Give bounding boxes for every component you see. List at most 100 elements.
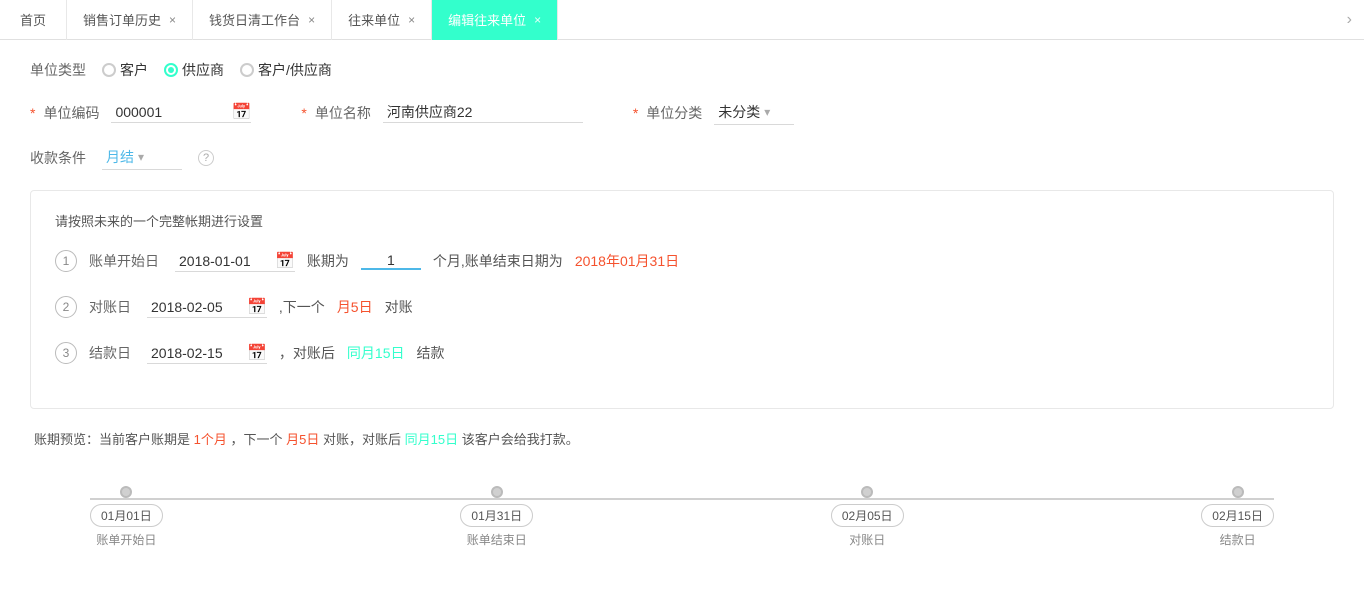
timeline-dot-0 <box>120 486 132 498</box>
timeline-date-3: 02月15日 <box>1201 504 1274 527</box>
payment-help-icon[interactable]: ? <box>198 150 214 166</box>
main-content: 单位类型 客户 供应商 客户/供应商 * 单位编码 📅 <box>0 40 1364 608</box>
unit-code-label: 单位编码 <box>43 103 99 123</box>
tab-partner-label: 往来单位 <box>348 10 400 29</box>
tab-partner-close[interactable]: × <box>408 13 415 27</box>
payment-value: 月结 <box>106 147 134 167</box>
step-num-2: 2 <box>55 296 77 318</box>
tab-sales-history-close[interactable]: × <box>169 13 176 27</box>
radio-customer-circle <box>102 63 116 77</box>
step2-prefix: ,下一个 <box>279 297 325 317</box>
radio-supplier-label: 供应商 <box>182 60 224 80</box>
timeline-date-2: 02月05日 <box>831 504 904 527</box>
tab-home-label: 首页 <box>20 10 46 29</box>
step1-date-wrapper: 📅 <box>175 251 295 272</box>
step3-calendar-icon[interactable]: 📅 <box>247 343 267 363</box>
payment-label: 收款条件 <box>30 148 86 168</box>
step2-date-input[interactable] <box>147 297 247 317</box>
step1-mid-text: 账期为 <box>307 251 349 271</box>
step3-prefix: ，对账后 <box>279 343 335 363</box>
preview-mid1: ，下一个 <box>231 432 283 447</box>
step3-highlight-day: 同月15日 <box>347 343 405 363</box>
payment-chevron: ▾ <box>138 150 144 164</box>
preview-suffix: 该客户会给我打款。 <box>462 432 579 447</box>
tabs-bar: 首页 销售订单历史 × 钱货日清工作台 × 往来单位 × 编辑往来单位 × › <box>0 0 1364 40</box>
step1-period-input[interactable] <box>361 252 421 270</box>
tab-edit-partner-label: 编辑往来单位 <box>448 10 526 29</box>
step1-highlight-date: 2018年01月31日 <box>575 251 679 271</box>
step3-date-input[interactable] <box>147 343 247 363</box>
section-desc: 请按照未来的一个完整帐期进行设置 <box>55 211 1309 230</box>
unit-class-star: * <box>633 105 638 121</box>
timeline-date-1: 01月31日 <box>460 504 533 527</box>
step2-calendar-icon[interactable]: 📅 <box>247 297 267 317</box>
radio-supplier-circle <box>164 63 178 77</box>
step-num-3: 3 <box>55 342 77 364</box>
step1-calendar-icon[interactable]: 📅 <box>275 251 295 271</box>
timeline-label-1: 账单结束日 <box>467 531 527 548</box>
tab-cash-work-label: 钱货日清工作台 <box>209 10 300 29</box>
tab-sales-history-label: 销售订单历史 <box>83 10 161 29</box>
step-label-1: 账单开始日 <box>89 251 159 271</box>
timeline-container: 01月01日 账单开始日 01月31日 账单结束日 02月05日 对账日 02月… <box>30 476 1334 578</box>
step2-date-wrapper: 📅 <box>147 297 267 318</box>
payment-row: 收款条件 月结 ▾ ? <box>30 145 1334 170</box>
timeline-label-3: 结款日 <box>1220 531 1256 548</box>
step3-suffix: 结款 <box>417 343 445 363</box>
step-num-1: 1 <box>55 250 77 272</box>
step2-suffix: 对账 <box>385 297 413 317</box>
unit-code-star: * <box>30 105 35 121</box>
timeline-node-3: 02月15日 结款日 <box>1201 486 1274 548</box>
radio-customer[interactable]: 客户 <box>102 60 148 80</box>
unit-name-group: * 单位名称 <box>301 102 582 123</box>
radio-group: 客户 供应商 客户/供应商 <box>102 60 332 80</box>
tab-cash-work[interactable]: 钱货日清工作台 × <box>193 0 332 40</box>
preview-prefix: 账期预览：当前客户账期是 <box>34 432 190 447</box>
unit-name-input[interactable] <box>383 102 583 123</box>
timeline-node-0: 01月01日 账单开始日 <box>90 486 163 548</box>
tab-edit-partner[interactable]: 编辑往来单位 × <box>432 0 558 40</box>
unit-type-label: 单位类型 <box>30 60 86 80</box>
tab-sales-history[interactable]: 销售订单历史 × <box>67 0 193 40</box>
preview-highlight3: 同月15日 <box>405 432 458 447</box>
unit-class-value: 未分类 <box>718 102 760 122</box>
unit-fields-row: * 单位编码 📅 * 单位名称 * 单位分类 未分类 ▾ <box>30 100 1334 125</box>
tabs-arrow[interactable]: › <box>1335 11 1364 29</box>
timeline-node-1: 01月31日 账单结束日 <box>460 486 533 548</box>
radio-both[interactable]: 客户/供应商 <box>240 60 332 80</box>
payment-select[interactable]: 月结 ▾ <box>102 145 182 170</box>
preview-mid2: 对账，对账后 <box>323 432 401 447</box>
preview-highlight1: 1个月 <box>194 432 227 447</box>
tab-cash-work-close[interactable]: × <box>308 13 315 27</box>
step-label-3: 结款日 <box>89 343 131 363</box>
step-row-3: 3 结款日 📅 ，对账后 同月15日 结款 <box>55 342 1309 364</box>
unit-class-select[interactable]: 未分类 ▾ <box>714 100 794 125</box>
unit-code-group: * 单位编码 📅 <box>30 102 251 123</box>
step-row-2: 2 对账日 📅 ,下一个 月5日 对账 <box>55 296 1309 318</box>
timeline-dot-2 <box>861 486 873 498</box>
preview-row: 账期预览：当前客户账期是 1个月 ，下一个 月5日 对账，对账后 同月15日 该… <box>30 429 1334 448</box>
unit-name-label: 单位名称 <box>315 103 371 123</box>
timeline-dot-3 <box>1232 486 1244 498</box>
step1-date-input[interactable] <box>175 251 275 271</box>
radio-supplier[interactable]: 供应商 <box>164 60 224 80</box>
unit-class-chevron: ▾ <box>764 105 770 119</box>
step-label-2: 对账日 <box>89 297 131 317</box>
unit-name-star: * <box>301 105 306 121</box>
tab-edit-partner-close[interactable]: × <box>534 13 541 27</box>
step3-date-wrapper: 📅 <box>147 343 267 364</box>
unit-type-row: 单位类型 客户 供应商 客户/供应商 <box>30 60 1334 80</box>
timeline-dot-1 <box>491 486 503 498</box>
timeline-label-0: 账单开始日 <box>96 531 156 548</box>
unit-code-input[interactable] <box>111 102 231 122</box>
timeline-nodes: 01月01日 账单开始日 01月31日 账单结束日 02月05日 对账日 02月… <box>30 486 1334 548</box>
timeline-date-0: 01月01日 <box>90 504 163 527</box>
timeline-node-2: 02月05日 对账日 <box>831 486 904 548</box>
unit-class-group: * 单位分类 未分类 ▾ <box>633 100 794 125</box>
tab-partner[interactable]: 往来单位 × <box>332 0 432 40</box>
unit-code-icon[interactable]: 📅 <box>231 102 251 122</box>
tab-home[interactable]: 首页 <box>0 0 67 40</box>
unit-code-input-wrapper: 📅 <box>111 102 251 123</box>
section-box: 请按照未来的一个完整帐期进行设置 1 账单开始日 📅 账期为 个月,账单结束日期… <box>30 190 1334 409</box>
radio-both-label: 客户/供应商 <box>258 60 332 80</box>
